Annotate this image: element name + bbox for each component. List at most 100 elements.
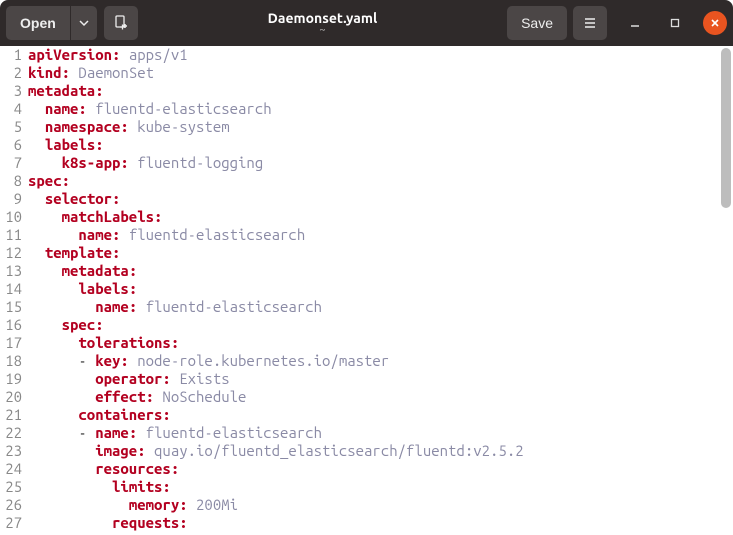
code-line[interactable]: name: fluentd-elasticsearch bbox=[28, 100, 733, 118]
yaml-value: node-role.kubernetes.io/master bbox=[137, 352, 389, 369]
yaml-key: metadata bbox=[62, 262, 129, 279]
scrollbar-thumb[interactable] bbox=[721, 48, 731, 208]
code-line[interactable]: spec: bbox=[28, 172, 733, 190]
line-number: 13 bbox=[0, 262, 22, 280]
titlebar-right: Save bbox=[507, 6, 727, 40]
document-path: ~ bbox=[142, 24, 503, 36]
code-line[interactable]: effect: NoSchedule bbox=[28, 388, 733, 406]
yaml-whitespace bbox=[129, 154, 137, 171]
code-line[interactable]: apiVersion: apps/v1 bbox=[28, 46, 733, 64]
code-line[interactable]: kind: DaemonSet bbox=[28, 64, 733, 82]
yaml-key: name bbox=[95, 424, 129, 441]
code-line[interactable]: operator: Exists bbox=[28, 370, 733, 388]
code-line[interactable]: containers: bbox=[28, 406, 733, 424]
open-button[interactable]: Open bbox=[6, 6, 70, 40]
yaml-colon: : bbox=[62, 64, 70, 81]
code-line[interactable]: image: quay.io/fluentd_elasticsearch/flu… bbox=[28, 442, 733, 460]
yaml-key: matchLabels bbox=[62, 208, 154, 225]
yaml-key: requests bbox=[112, 514, 179, 531]
code-line[interactable]: name: fluentd-elasticsearch bbox=[28, 298, 733, 316]
code-line[interactable]: selector: bbox=[28, 190, 733, 208]
yaml-key: namespace bbox=[45, 118, 121, 135]
code-line[interactable]: resources: bbox=[28, 460, 733, 478]
code-line[interactable]: matchLabels: bbox=[28, 208, 733, 226]
open-dropdown-button[interactable] bbox=[71, 6, 97, 40]
code-line[interactable]: k8s-app: fluentd-logging bbox=[28, 154, 733, 172]
editor-area[interactable]: 1234567891011121314151617181920212223242… bbox=[0, 46, 733, 535]
yaml-whitespace: - bbox=[28, 424, 95, 441]
yaml-colon: : bbox=[179, 514, 187, 531]
code-line[interactable]: tolerations: bbox=[28, 334, 733, 352]
code-line[interactable]: - key: node-role.kubernetes.io/master bbox=[28, 352, 733, 370]
vertical-scrollbar[interactable] bbox=[721, 48, 731, 533]
yaml-key: image bbox=[95, 442, 137, 459]
code-line[interactable]: metadata: bbox=[28, 262, 733, 280]
code-line[interactable]: memory: 200Mi bbox=[28, 496, 733, 514]
yaml-value: fluentd-elasticsearch bbox=[129, 226, 305, 243]
yaml-whitespace bbox=[28, 316, 62, 333]
line-number: 14 bbox=[0, 280, 22, 298]
code-line[interactable]: limits: bbox=[28, 478, 733, 496]
line-number: 3 bbox=[0, 82, 22, 100]
window-minimize-button[interactable] bbox=[623, 11, 647, 35]
yaml-colon: : bbox=[171, 460, 179, 477]
line-number: 1 bbox=[0, 46, 22, 64]
yaml-whitespace bbox=[120, 46, 128, 63]
code-line[interactable]: metadata: bbox=[28, 82, 733, 100]
window-maximize-button[interactable] bbox=[663, 11, 687, 35]
yaml-value: quay.io/fluentd_elasticsearch/fluentd:v2… bbox=[154, 442, 524, 459]
yaml-key: operator bbox=[95, 370, 162, 387]
yaml-colon: : bbox=[120, 352, 128, 369]
yaml-key: resources bbox=[95, 460, 171, 477]
titlebar: Open Daemonset.yaml ~ Save bbox=[0, 0, 733, 46]
yaml-colon: : bbox=[95, 136, 103, 153]
yaml-whitespace bbox=[28, 496, 129, 513]
yaml-key: tolerations bbox=[78, 334, 170, 351]
yaml-whitespace bbox=[146, 442, 154, 459]
code-line[interactable]: requests: bbox=[28, 514, 733, 532]
yaml-whitespace bbox=[28, 118, 45, 135]
yaml-colon: : bbox=[62, 172, 70, 189]
yaml-key: key bbox=[95, 352, 120, 369]
yaml-whitespace bbox=[28, 406, 78, 423]
yaml-whitespace bbox=[28, 154, 62, 171]
new-document-icon bbox=[113, 15, 129, 31]
code-line[interactable]: spec: bbox=[28, 316, 733, 334]
yaml-whitespace: - bbox=[28, 352, 95, 369]
line-number: 12 bbox=[0, 244, 22, 262]
window-close-button[interactable] bbox=[703, 11, 727, 35]
save-button[interactable]: Save bbox=[507, 6, 567, 40]
code-line[interactable]: - name: fluentd-elasticsearch bbox=[28, 424, 733, 442]
yaml-colon: : bbox=[162, 406, 170, 423]
line-number: 5 bbox=[0, 118, 22, 136]
hamburger-menu-button[interactable] bbox=[573, 6, 607, 40]
line-number: 19 bbox=[0, 370, 22, 388]
yaml-value: apps/v1 bbox=[129, 46, 188, 63]
yaml-key: memory bbox=[129, 496, 179, 513]
code-line[interactable]: labels: bbox=[28, 136, 733, 154]
line-number: 27 bbox=[0, 514, 22, 532]
line-number: 15 bbox=[0, 298, 22, 316]
code-line[interactable]: template: bbox=[28, 244, 733, 262]
hamburger-icon bbox=[583, 16, 597, 30]
yaml-whitespace bbox=[137, 424, 145, 441]
yaml-value: fluentd-elasticsearch bbox=[146, 424, 322, 441]
code-content[interactable]: apiVersion: apps/v1kind: DaemonSetmetada… bbox=[28, 46, 733, 535]
new-document-button[interactable] bbox=[104, 6, 138, 40]
code-line[interactable]: labels: bbox=[28, 280, 733, 298]
code-line[interactable]: name: fluentd-elasticsearch bbox=[28, 226, 733, 244]
yaml-key: labels bbox=[78, 280, 128, 297]
line-number: 11 bbox=[0, 226, 22, 244]
yaml-value: NoSchedule bbox=[162, 388, 246, 405]
yaml-value: fluentd-elasticsearch bbox=[146, 298, 322, 315]
yaml-key: kind bbox=[28, 64, 62, 81]
line-number-gutter: 1234567891011121314151617181920212223242… bbox=[0, 46, 28, 535]
yaml-colon: : bbox=[129, 262, 137, 279]
line-number: 25 bbox=[0, 478, 22, 496]
line-number: 23 bbox=[0, 442, 22, 460]
yaml-whitespace bbox=[28, 370, 95, 387]
code-line[interactable]: namespace: kube-system bbox=[28, 118, 733, 136]
yaml-key: containers bbox=[78, 406, 162, 423]
yaml-colon: : bbox=[95, 316, 103, 333]
chevron-down-icon bbox=[79, 18, 89, 28]
